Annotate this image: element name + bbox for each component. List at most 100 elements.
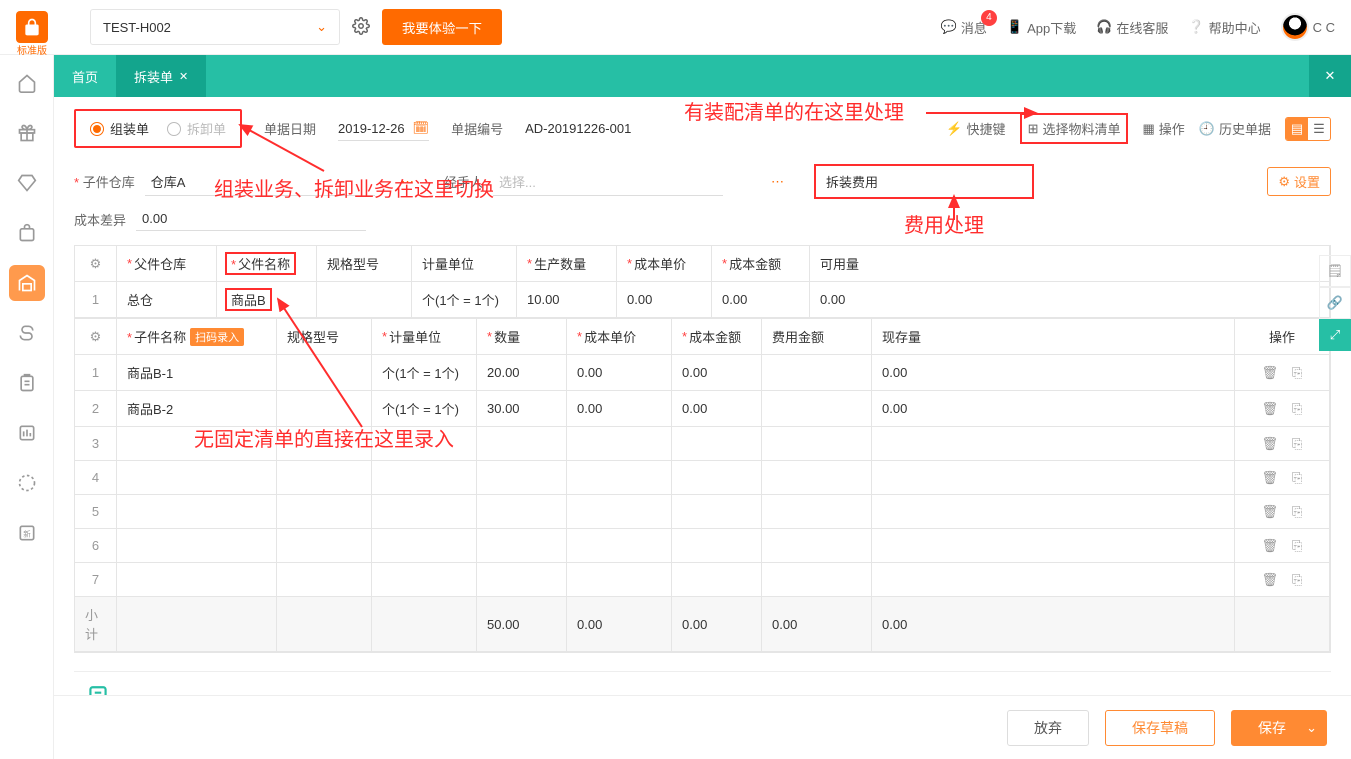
delete-icon[interactable]: 🗑 bbox=[1262, 436, 1279, 452]
user-menu[interactable]: C C bbox=[1281, 13, 1335, 41]
messages-button[interactable]: 💬 消息 4 bbox=[941, 18, 987, 37]
tenant-select[interactable]: TEST-H002 ⌄ bbox=[90, 9, 340, 45]
col-child-qty: 数量 bbox=[477, 319, 567, 354]
delete-icon[interactable]: 🗑 bbox=[1262, 572, 1279, 588]
copy-icon[interactable]: ⎘ bbox=[1292, 538, 1302, 554]
phone-icon: 📱 bbox=[1007, 19, 1023, 35]
nav-report[interactable] bbox=[9, 415, 45, 451]
copy-icon[interactable]: ⎘ bbox=[1292, 436, 1302, 452]
note-icon[interactable]: 🗒 bbox=[1319, 255, 1351, 287]
radio-assemble[interactable]: 组装单 bbox=[90, 119, 149, 138]
delete-icon[interactable]: 🗑 bbox=[1262, 470, 1279, 486]
save-draft-button[interactable]: 保存草稿 bbox=[1105, 710, 1215, 746]
delete-icon[interactable]: 🗑 bbox=[1262, 538, 1279, 554]
nav-money[interactable] bbox=[9, 315, 45, 351]
col-child-stock: 现存量 bbox=[872, 319, 1235, 354]
top-actions: 💬 消息 4 📱App下载 🎧在线客服 ❔帮助中心 C C bbox=[941, 13, 1335, 41]
edition-label: 标准版 bbox=[17, 42, 47, 57]
col-parent-name: 父件名称 bbox=[231, 257, 290, 272]
subtotal-row: 小计 50.00 0.00 0.00 0.00 0.00 bbox=[75, 597, 1330, 652]
copy-icon[interactable]: ⎘ bbox=[1292, 470, 1302, 486]
svg-text:新: 新 bbox=[23, 528, 31, 538]
nav-new[interactable]: 新 bbox=[9, 515, 45, 551]
child-warehouse-input[interactable]: 仓库A bbox=[145, 168, 375, 196]
copy-icon[interactable]: ⎘ bbox=[1292, 365, 1302, 381]
tab-close-all[interactable]: ✕ bbox=[1309, 55, 1351, 97]
expand-icon[interactable]: ⤢ bbox=[1319, 319, 1351, 351]
delete-icon[interactable]: 🗑 bbox=[1262, 365, 1279, 381]
col-child-spec: 规格型号 bbox=[277, 319, 372, 354]
calendar-icon: 🗓 bbox=[413, 120, 430, 136]
chevron-down-icon[interactable]: ⌄ bbox=[1306, 720, 1317, 736]
parent-table: ⚙ 父件仓库 父件名称 规格型号 计量单位 生产数量 成本单价 成本金额 可用量… bbox=[74, 245, 1331, 319]
headset-icon: 🎧 bbox=[1096, 19, 1112, 35]
child-row[interactable]: 3🗑⎘ bbox=[75, 427, 1330, 461]
nav-home[interactable] bbox=[9, 65, 45, 101]
nav-clipboard[interactable] bbox=[9, 365, 45, 401]
history-button[interactable]: 🕘历史单据 bbox=[1199, 119, 1271, 138]
child-row[interactable]: 4🗑⎘ bbox=[75, 461, 1330, 495]
nav-cycle[interactable] bbox=[9, 465, 45, 501]
app-download-button[interactable]: 📱App下载 bbox=[1007, 18, 1076, 37]
close-icon[interactable]: ✕ bbox=[179, 70, 188, 83]
scan-badge[interactable]: 扫码录入 bbox=[190, 328, 244, 346]
table-settings-icon[interactable]: ⚙ bbox=[75, 319, 117, 354]
child-row[interactable]: 6🗑⎘ bbox=[75, 529, 1330, 563]
fee-input[interactable]: 拆装费用 bbox=[814, 164, 1034, 199]
child-row[interactable]: 1商品B-1个(1个 = 1个)20.000.000.000.00🗑⎘ bbox=[75, 355, 1330, 391]
trial-button[interactable]: 我要体验一下 bbox=[382, 9, 502, 45]
gear-icon: ⚙ bbox=[1278, 174, 1290, 190]
nav-gift[interactable] bbox=[9, 115, 45, 151]
copy-icon[interactable]: ⎘ bbox=[1292, 401, 1302, 417]
discard-button[interactable]: 放弃 bbox=[1007, 710, 1089, 746]
link-icon[interactable]: 🔗 bbox=[1319, 287, 1351, 319]
customer-service-button[interactable]: 🎧在线客服 bbox=[1096, 18, 1168, 37]
select-bom-button[interactable]: ⊞选择物料清单 bbox=[1020, 113, 1129, 144]
parent-row[interactable]: 1 总仓 商品B 个(1个 = 1个) 10.00 0.00 0.00 0.00 bbox=[75, 282, 1330, 318]
copy-icon[interactable]: ⎘ bbox=[1292, 572, 1302, 588]
doc-no-label: 单据编号 bbox=[451, 119, 503, 138]
nav-warehouse[interactable] bbox=[9, 265, 45, 301]
col-parent-qty: 生产数量 bbox=[517, 246, 617, 281]
configure-button[interactable]: ⚙设置 bbox=[1267, 167, 1331, 196]
handler-label: 经手人 bbox=[444, 172, 483, 191]
nav-bag[interactable] bbox=[9, 215, 45, 251]
shortcut-button[interactable]: ⚡快捷键 bbox=[946, 119, 1005, 138]
message-icon: 💬 bbox=[941, 19, 957, 35]
col-parent-wh: 父件仓库 bbox=[117, 246, 217, 281]
view-switch[interactable]: ▤☰ bbox=[1285, 117, 1331, 141]
table-settings-icon[interactable]: ⚙ bbox=[75, 246, 117, 281]
settings-icon[interactable] bbox=[352, 17, 370, 38]
doc-date-input[interactable]: 2019-12-26🗓 bbox=[338, 116, 429, 141]
col-child-uom: 计量单位 bbox=[372, 319, 477, 354]
delete-icon[interactable]: 🗑 bbox=[1262, 401, 1279, 417]
more-icon[interactable]: ⋯ bbox=[771, 174, 784, 190]
delete-icon[interactable]: 🗑 bbox=[1262, 504, 1279, 520]
top-bar: 标准版 TEST-H002 ⌄ 我要体验一下 💬 消息 4 📱App下载 🎧在线… bbox=[0, 0, 1351, 55]
col-child-fee: 费用金额 bbox=[762, 319, 872, 354]
tab-assembly[interactable]: 拆装单✕ bbox=[116, 55, 206, 97]
more-icon[interactable]: ⋯ bbox=[401, 174, 414, 190]
remark-icon: 备注信息 bbox=[74, 684, 122, 695]
child-table: ⚙ 子件名称扫码录入 规格型号 计量单位 数量 成本单价 成本金额 费用金额 现… bbox=[74, 319, 1331, 653]
col-child-ops: 操作 bbox=[1235, 319, 1330, 354]
child-row[interactable]: 5🗑⎘ bbox=[75, 495, 1330, 529]
footer: 放弃 保存草稿 保存 ⌄ bbox=[54, 695, 1351, 759]
radio-disassemble[interactable]: 拆卸单 bbox=[167, 119, 226, 138]
handler-input[interactable]: 选择... bbox=[493, 168, 723, 196]
child-row[interactable]: 7🗑⎘ bbox=[75, 563, 1330, 597]
col-parent-spec: 规格型号 bbox=[317, 246, 412, 281]
nav-diamond[interactable] bbox=[9, 165, 45, 201]
col-parent-cup: 成本单价 bbox=[617, 246, 712, 281]
operations-button[interactable]: ▦操作 bbox=[1142, 119, 1184, 138]
copy-icon[interactable]: ⎘ bbox=[1292, 504, 1302, 520]
col-child-cup: 成本单价 bbox=[567, 319, 672, 354]
tab-home[interactable]: 首页 bbox=[54, 55, 116, 97]
list-view-icon: ☰ bbox=[1308, 118, 1330, 140]
doc-date-label: 单据日期 bbox=[264, 119, 316, 138]
col-child-name: 子件名称 bbox=[127, 327, 186, 346]
help-icon: ❔ bbox=[1188, 19, 1204, 35]
help-center-button[interactable]: ❔帮助中心 bbox=[1188, 18, 1260, 37]
cost-diff-input[interactable]: 0.00 bbox=[136, 207, 366, 231]
child-row[interactable]: 2商品B-2个(1个 = 1个)30.000.000.000.00🗑⎘ bbox=[75, 391, 1330, 427]
